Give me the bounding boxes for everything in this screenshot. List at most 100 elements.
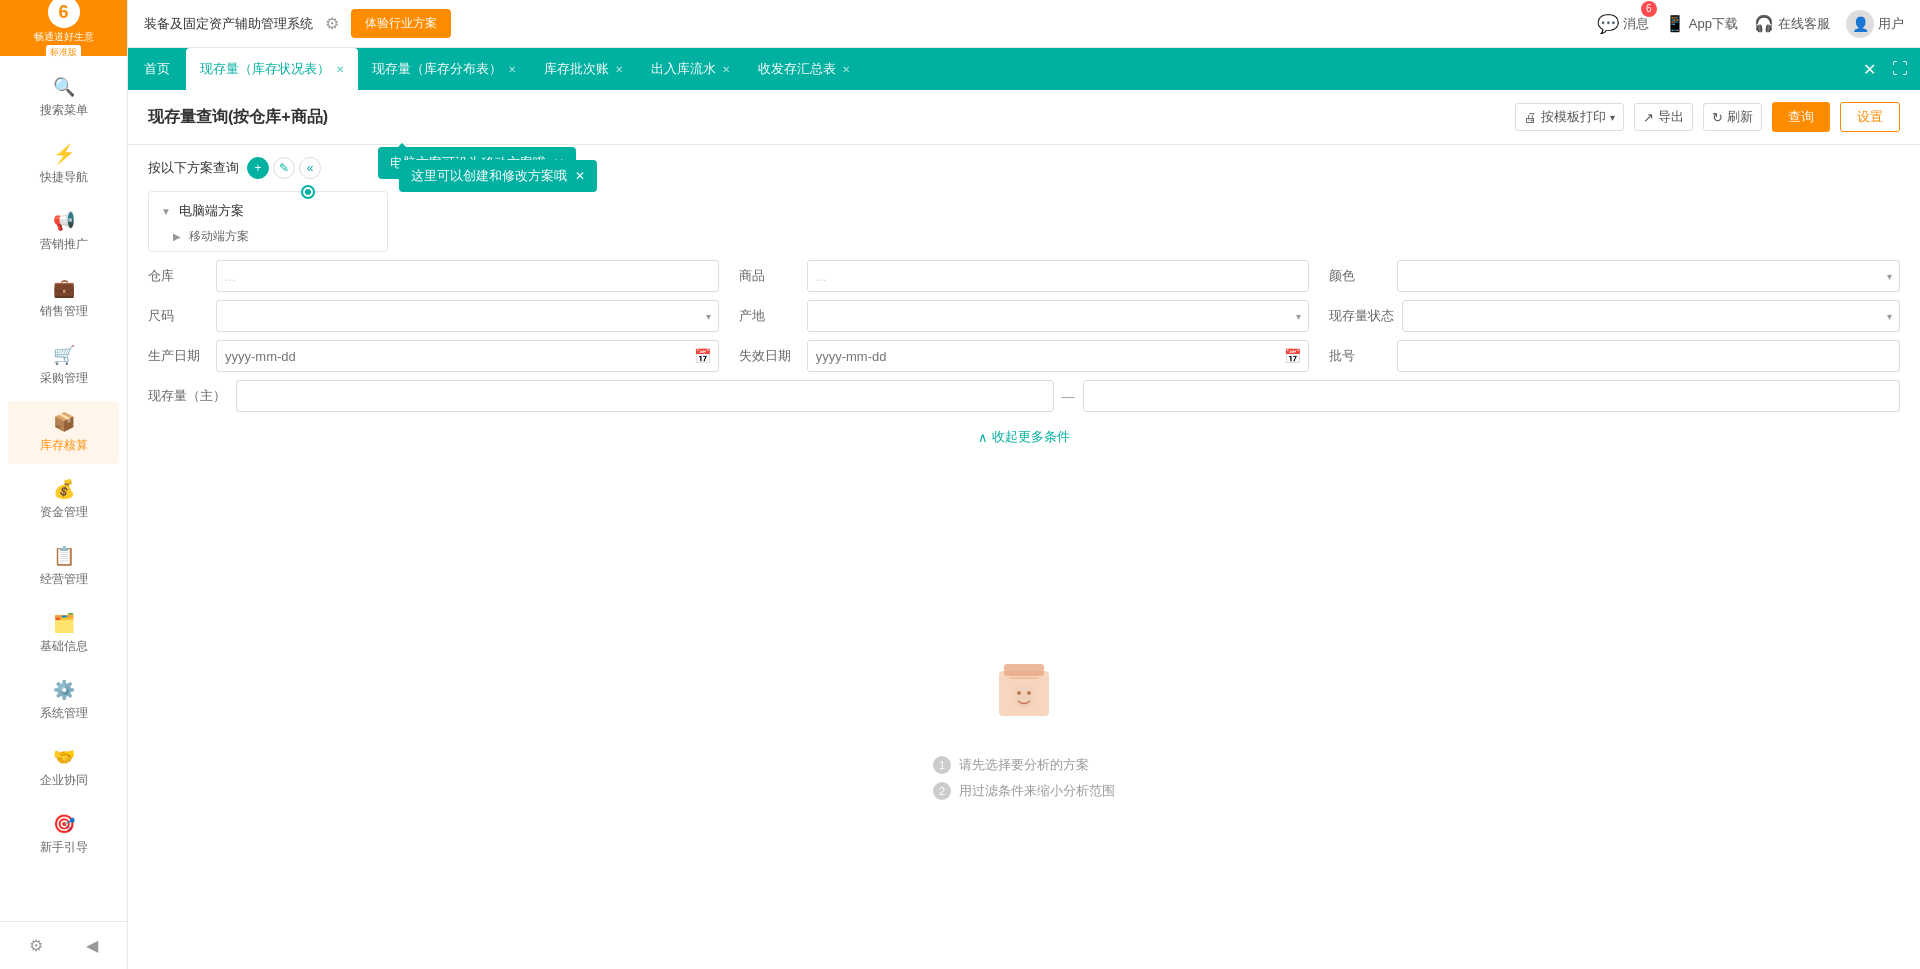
edit-tooltip-text: 这里可以创建和修改方案哦 [411, 167, 567, 185]
tabbar-actions: ✕ ⛶ [1851, 56, 1920, 83]
tip2-text: 用过滤条件来缩小分析范围 [959, 782, 1115, 800]
filter-row-1: 仓库 ... 商品 ... [148, 260, 1900, 292]
sidebar-item-sales[interactable]: 💼 销售管理 [8, 267, 119, 330]
sidebar-item-search[interactable]: 🔍 搜索菜单 [8, 66, 119, 129]
tabbar: 首页 现存量（库存状况表） ✕ 现存量（库存分布表） ✕ 库存批次账 ✕ 出入库… [128, 48, 1920, 90]
export-btn[interactable]: ↗ 导出 [1634, 103, 1693, 131]
tab-inventory-status[interactable]: 现存量（库存状况表） ✕ [186, 48, 358, 90]
tab-inout-flow[interactable]: 出入库流水 ✕ [637, 48, 744, 90]
stock-status-select[interactable] [1402, 300, 1900, 332]
topbar-left: 装备及固定资产辅助管理系统 ⚙ 体验行业方案 [144, 9, 451, 38]
empty-illustration [974, 636, 1074, 736]
origin-label: 产地 [739, 307, 799, 325]
filter-cell-expire-date: 失效日期 📅 [739, 340, 1310, 372]
tab-inventory-status-close[interactable]: ✕ [336, 64, 344, 75]
tab-inventory-status-label: 现存量（库存状况表） [200, 60, 330, 78]
stock-qty-end[interactable] [1083, 380, 1901, 412]
industry-btn[interactable]: 体验行业方案 [351, 9, 451, 38]
print-icon: 🖨 [1524, 110, 1537, 125]
sidebar-footer: ⚙ ◀ [0, 921, 127, 969]
tab-inventory-batch[interactable]: 库存批次账 ✕ [530, 48, 637, 90]
app-label: App下载 [1689, 15, 1738, 33]
inventory-icon: 📦 [53, 411, 75, 433]
tab-inventory-dist-close[interactable]: ✕ [508, 64, 516, 75]
prod-date-label: 生产日期 [148, 347, 208, 365]
topbar-msg-item[interactable]: 💬 6 消息 [1597, 13, 1649, 35]
sidebar-item-basic-label: 基础信息 [40, 638, 88, 655]
scheme-pc-item[interactable]: ▼ 电脑端方案 [149, 196, 387, 226]
warehouse-label: 仓库 [148, 267, 208, 285]
scheme-mobile-label: 移动端方案 [189, 228, 249, 245]
edit-scheme-btn[interactable]: ✎ [273, 157, 295, 179]
filter-cell-size: 尺码 ▾ [148, 300, 719, 332]
collapse-btn[interactable]: ∧ 收起更多条件 [148, 420, 1900, 454]
sidebar-item-purchase[interactable]: 🛒 采购管理 [8, 334, 119, 397]
tab-receipt-summary-close[interactable]: ✕ [842, 64, 850, 75]
color-select[interactable] [1397, 260, 1900, 292]
refresh-label: 刷新 [1727, 108, 1753, 126]
basic-icon: 🗂️ [53, 612, 75, 634]
topbar-settings-icon[interactable]: ⚙ [325, 14, 339, 33]
topbar-right: 💬 6 消息 📱 App下载 🎧 在线客服 👤 用户 [1597, 10, 1904, 38]
export-icon: ↗ [1643, 110, 1654, 125]
support-label: 在线客服 [1778, 15, 1830, 33]
msg-label: 消息 [1623, 15, 1649, 33]
filter-row-3: 生产日期 📅 失效日期 📅 批号 [148, 340, 1900, 372]
topbar-user-item[interactable]: 👤 用户 [1846, 10, 1904, 38]
sidebar-item-ops[interactable]: 📋 经营管理 [8, 535, 119, 598]
tab-inout-flow-close[interactable]: ✕ [722, 64, 730, 75]
topbar-app-item[interactable]: 📱 App下载 [1665, 14, 1738, 33]
tab-home[interactable]: 首页 [128, 48, 186, 90]
stock-qty-sep: — [1062, 389, 1075, 404]
filter-cell-warehouse: 仓库 ... [148, 260, 719, 292]
scheme-mobile-item[interactable]: ▶ 移动端方案 [149, 226, 387, 247]
prod-date-start[interactable] [216, 340, 719, 372]
sidebar-item-basic[interactable]: 🗂️ 基础信息 [8, 602, 119, 665]
refresh-btn[interactable]: ↻ 刷新 [1703, 103, 1762, 131]
empty-tip-1: 1 请先选择要分析的方案 [933, 756, 1115, 774]
sidebar-item-guide-label: 新手引导 [40, 839, 88, 856]
refresh-icon: ↻ [1712, 110, 1723, 125]
add-scheme-btn[interactable]: + [247, 157, 269, 179]
edit-tooltip-close[interactable]: ✕ [575, 169, 585, 183]
finance-icon: 💰 [53, 478, 75, 500]
topbar-support-item[interactable]: 🎧 在线客服 [1754, 14, 1830, 33]
batch-input[interactable] [1397, 340, 1900, 372]
sidebar-item-finance[interactable]: 💰 资金管理 [8, 468, 119, 531]
tab-inventory-batch-close[interactable]: ✕ [615, 64, 623, 75]
origin-select[interactable] [807, 300, 1310, 332]
tabbar-close-btn[interactable]: ✕ [1859, 56, 1880, 83]
sidebar-item-system[interactable]: ⚙️ 系统管理 [8, 669, 119, 732]
settings-action-btn[interactable]: 设置 [1840, 102, 1900, 132]
sidebar-item-system-label: 系统管理 [40, 705, 88, 722]
expire-date-start[interactable] [807, 340, 1310, 372]
sales-icon: 💼 [53, 277, 75, 299]
tab-inventory-batch-label: 库存批次账 [544, 60, 609, 78]
size-select[interactable] [216, 300, 719, 332]
main-area: 装备及固定资产辅助管理系统 ⚙ 体验行业方案 💬 6 消息 📱 App下载 🎧 … [128, 0, 1920, 969]
search-btn[interactable]: 查询 [1772, 102, 1830, 132]
sys-name: 装备及固定资产辅助管理系统 [144, 15, 313, 33]
print-template-btn[interactable]: 🖨 按模板打印 ▾ [1515, 103, 1624, 131]
collab-icon: 🤝 [53, 746, 75, 768]
stock-qty-start[interactable] [236, 380, 1054, 412]
scheme-dot-indicator [303, 187, 313, 197]
sidebar-collapse-btn[interactable]: ◀ [82, 932, 102, 959]
svg-point-2 [1012, 684, 1036, 708]
goods-ellipsis: ... [816, 269, 827, 284]
sidebar-item-guide[interactable]: 🎯 新手引导 [8, 803, 119, 866]
sidebar-item-inventory[interactable]: 📦 库存核算 [8, 401, 119, 464]
tab-receipt-summary[interactable]: 收发存汇总表 ✕ [744, 48, 864, 90]
sidebar-logo: 6 畅通道好生意 标准版 [0, 0, 127, 56]
tabbar-expand-btn[interactable]: ⛶ [1888, 56, 1912, 82]
back-scheme-btn[interactable]: « [299, 157, 321, 179]
stock-qty-label: 现存量（主） [148, 387, 228, 405]
sidebar-settings-btn[interactable]: ⚙ [25, 932, 47, 959]
sidebar-item-collab[interactable]: 🤝 企业协同 [8, 736, 119, 799]
warehouse-select[interactable]: ... [216, 260, 719, 292]
goods-select[interactable]: ... [807, 260, 1310, 292]
tab-inventory-dist[interactable]: 现存量（库存分布表） ✕ [358, 48, 530, 90]
collapse-label: 收起更多条件 [992, 428, 1070, 446]
sidebar-item-marketing[interactable]: 📢 营销推广 [8, 200, 119, 263]
sidebar-item-quick-nav[interactable]: ⚡ 快捷导航 [8, 133, 119, 196]
